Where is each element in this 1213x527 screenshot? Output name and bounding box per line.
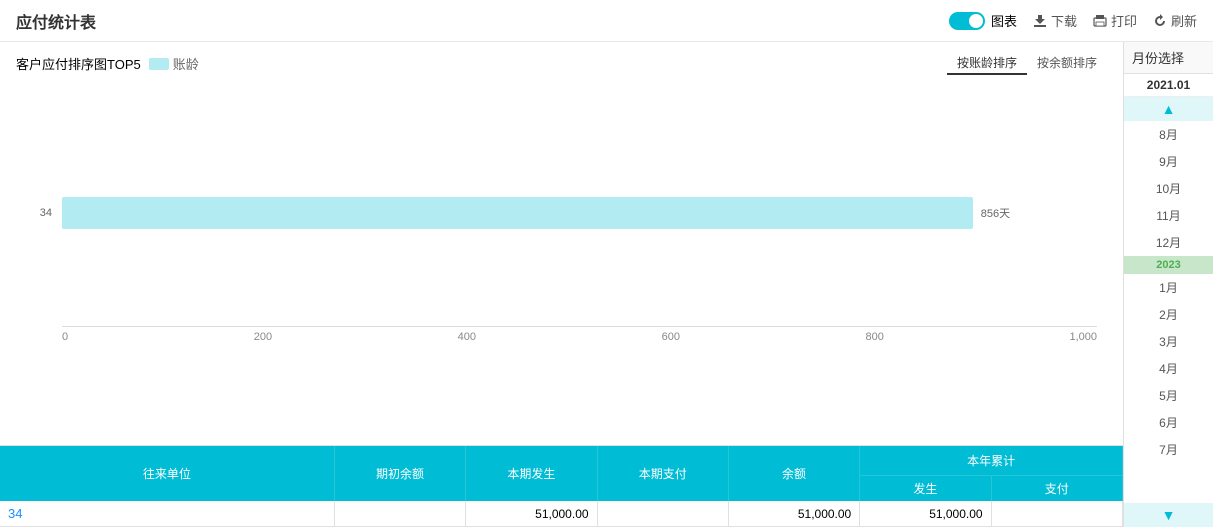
sidebar-month-item[interactable]: 8月 — [1124, 121, 1213, 148]
sidebar-month-item[interactable]: 9月 — [1124, 148, 1213, 175]
cell-ytd-occur: 51,000.00 — [860, 501, 991, 527]
legend-color-label: 账龄 — [173, 54, 199, 73]
sort-by-amount-btn[interactable]: 按余额排序 — [1027, 52, 1107, 75]
col-occur-header: 本期发生 — [466, 446, 597, 501]
x-axis: 0 200 400 600 800 1,000 — [62, 326, 1097, 343]
data-table: 往来单位 期初余额 本期发生 本期支付 余额 本年累计 发生 支付 — [0, 446, 1123, 527]
col-ytd-pay-header: 支付 — [991, 476, 1122, 502]
download-button[interactable]: 下载 — [1033, 11, 1077, 30]
bar-fill — [62, 197, 973, 229]
sidebar-month-item[interactable]: 6月 — [1124, 409, 1213, 436]
sidebar-month-list: 8月9月10月11月12月20231月2月3月4月5月6月7月 — [1124, 121, 1213, 503]
sidebar-month-item[interactable]: 4月 — [1124, 355, 1213, 382]
chart-section: 客户应付排序图TOP5 账龄 按账龄排序 按余额排序 34 — [0, 42, 1123, 445]
sidebar-scroll-down-btn[interactable]: ▼ — [1124, 503, 1213, 527]
sidebar-month-item[interactable]: 3月 — [1124, 328, 1213, 355]
sidebar-month-item[interactable]: 2023 — [1124, 256, 1213, 274]
sidebar-header: 月份选择 — [1124, 42, 1213, 74]
cell-opening — [334, 501, 465, 527]
col-balance-header: 余额 — [728, 446, 859, 501]
month-sidebar: 月份选择 2021.01 ▲ 8月9月10月11月12月20231月2月3月4月… — [1123, 42, 1213, 527]
sort-buttons: 按账龄排序 按余额排序 — [947, 52, 1107, 75]
x-label-1000: 1,000 — [1069, 331, 1097, 343]
sidebar-month-item[interactable]: 12月 — [1124, 229, 1213, 256]
col-ytd-header: 本年累计 — [860, 446, 1123, 476]
cell-pay — [597, 501, 728, 527]
sidebar-month-item[interactable]: 10月 — [1124, 175, 1213, 202]
sidebar-month-item[interactable]: 11月 — [1124, 202, 1213, 229]
col-opening-header: 期初余额 — [334, 446, 465, 501]
toggle-label: 图表 — [991, 11, 1017, 30]
refresh-icon — [1153, 14, 1167, 28]
y-axis-label: 34 — [16, 207, 52, 219]
table-body: 34 51,000.00 51,000.00 51,000.00 — [0, 501, 1123, 527]
cell-occur: 51,000.00 — [466, 501, 597, 527]
chart-toggle-group[interactable]: 图表 — [949, 11, 1017, 30]
bar-row: 856天 — [62, 197, 1097, 229]
bar-chart-container: 34 856天 0 200 400 600 — [16, 83, 1107, 343]
page-title: 应付统计表 — [16, 9, 96, 33]
table-row: 34 51,000.00 51,000.00 51,000.00 — [0, 501, 1123, 527]
legend-text: 客户应付排序图TOP5 — [16, 54, 141, 73]
cell-ytd-pay — [991, 501, 1122, 527]
x-label-800: 800 — [866, 331, 884, 343]
col-pay-header: 本期支付 — [597, 446, 728, 501]
chart-legend: 客户应付排序图TOP5 账龄 — [16, 54, 199, 73]
x-label-200: 200 — [254, 331, 272, 343]
sidebar-header-label: 月份选择 — [1132, 48, 1184, 67]
download-icon — [1033, 14, 1047, 28]
sidebar-month-item[interactable]: 2月 — [1124, 301, 1213, 328]
sidebar-year-display[interactable]: 2021.01 — [1124, 74, 1213, 97]
print-icon — [1093, 14, 1107, 28]
col-unit-header: 往来单位 — [0, 446, 334, 501]
x-label-600: 600 — [662, 331, 680, 343]
bar-end-label: 856天 — [981, 205, 1010, 221]
legend-color-box — [149, 58, 169, 70]
print-button[interactable]: 打印 — [1093, 11, 1137, 30]
sidebar-month-item[interactable]: 1月 — [1124, 274, 1213, 301]
cell-unit[interactable]: 34 — [0, 501, 334, 527]
cell-balance: 51,000.00 — [728, 501, 859, 527]
sidebar-scroll-up-btn[interactable]: ▲ — [1124, 97, 1213, 121]
sort-by-balance-btn[interactable]: 按账龄排序 — [947, 52, 1027, 75]
x-label-0: 0 — [62, 331, 68, 343]
col-ytd-occur-header: 发生 — [860, 476, 991, 502]
chart-toggle[interactable] — [949, 12, 985, 30]
sidebar-month-item[interactable]: 5月 — [1124, 382, 1213, 409]
refresh-button[interactable]: 刷新 — [1153, 11, 1197, 30]
header-actions: 图表 下载 打印 刷新 — [949, 11, 1197, 30]
data-table-section: 往来单位 期初余额 本期发生 本期支付 余额 本年累计 发生 支付 — [0, 445, 1123, 527]
x-label-400: 400 — [458, 331, 476, 343]
table-header-main: 往来单位 期初余额 本期发生 本期支付 余额 本年累计 — [0, 446, 1123, 476]
sidebar-month-item[interactable]: 7月 — [1124, 436, 1213, 463]
legend-item: 账龄 — [149, 54, 199, 73]
